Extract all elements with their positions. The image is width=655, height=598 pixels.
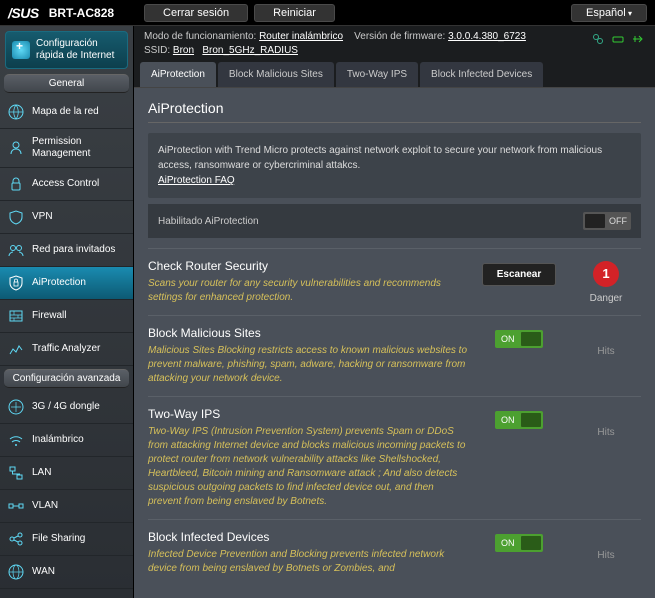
sidebar-item-label: 3G / 4G dongle — [32, 401, 100, 413]
section-router-security: Check Router Security Scans your router … — [148, 248, 641, 315]
sidebar-item-label: Permission Management — [32, 136, 126, 160]
router-security-desc: Scans your router for any security vulne… — [148, 277, 467, 305]
section-block-infected: Block Infected Devices Infected Device P… — [148, 519, 641, 586]
shield-icon — [7, 274, 25, 292]
dongle-icon — [7, 398, 25, 416]
section-block-malicious: Block Malicious Sites Malicious Sites Bl… — [148, 315, 641, 396]
enable-toggle[interactable]: OFF — [583, 212, 631, 230]
sidebar-item-label: Access Control — [32, 178, 99, 190]
sidebar-item-traffic-analyzer[interactable]: Traffic Analyzer — [0, 333, 133, 366]
status-icon-2[interactable] — [611, 32, 625, 46]
file-sharing-icon — [7, 530, 25, 548]
wireless-icon — [7, 431, 25, 449]
sidebar-item-aiprotection[interactable]: AiProtection — [0, 267, 133, 300]
fw-link[interactable]: 3.0.0.4.380_6723 — [448, 31, 526, 42]
mode-label: Modo de funcionamiento: — [144, 31, 259, 42]
sidebar-item-label: VPN — [32, 211, 53, 223]
sidebar-item-vlan[interactable]: VLAN — [0, 490, 133, 523]
mode-link[interactable]: Router inalámbrico — [259, 31, 343, 42]
lan-icon — [7, 464, 25, 482]
quick-setup-icon — [12, 41, 30, 59]
vpn-icon — [7, 208, 25, 226]
network-map-icon — [7, 103, 25, 121]
sidebar-item-access-control[interactable]: Access Control — [0, 168, 133, 201]
sidebar-item-label: LAN — [32, 467, 51, 479]
ssid1-link[interactable]: Bron — [173, 45, 194, 56]
block-infected-hits[interactable]: Hits — [571, 550, 641, 561]
block-infected-title: Block Infected Devices — [148, 530, 467, 544]
enable-row: Habilitado AiProtection OFF — [148, 204, 641, 238]
wan-icon — [7, 563, 25, 581]
sidebar-item-firewall[interactable]: Firewall — [0, 300, 133, 333]
guest-network-icon — [7, 241, 25, 259]
permission-icon — [7, 139, 25, 157]
quick-setup-button[interactable]: Configuración rápida de Internet — [5, 31, 128, 69]
reboot-button[interactable]: Reiniciar — [254, 4, 335, 22]
description-box: AiProtection with Trend Micro protects a… — [148, 133, 641, 198]
sidebar-item-wireless[interactable]: Inalámbrico — [0, 424, 133, 457]
block-malicious-desc: Malicious Sites Blocking restricts acces… — [148, 344, 467, 386]
enable-label: Habilitado AiProtection — [158, 216, 583, 227]
sidebar-item-3g-4g[interactable]: 3G / 4G dongle — [0, 391, 133, 424]
sidebar-item-file-sharing[interactable]: File Sharing — [0, 523, 133, 556]
description-text: AiProtection with Trend Micro protects a… — [158, 143, 631, 173]
block-malicious-toggle[interactable]: ON — [495, 330, 543, 348]
sidebar-item-network-map[interactable]: Mapa de la red — [0, 96, 133, 129]
danger-count: 1 — [593, 261, 619, 287]
main-content: Modo de funcionamiento: Router inalámbri… — [134, 26, 655, 598]
sidebar-section-advanced: Configuración avanzada — [4, 369, 129, 388]
sidebar: Configuración rápida de Internet General… — [0, 26, 134, 598]
sidebar-item-label: AiProtection — [32, 277, 86, 289]
block-infected-toggle[interactable]: ON — [495, 534, 543, 552]
usb-icon[interactable] — [631, 32, 645, 46]
traffic-analyzer-icon — [7, 340, 25, 358]
logout-button[interactable]: Cerrar sesión — [144, 4, 248, 22]
danger-status: Danger — [571, 293, 641, 304]
brand-logo: /SUS — [8, 5, 39, 21]
sidebar-item-label: WAN — [32, 566, 55, 578]
sidebar-item-guest-network[interactable]: Red para invitados — [0, 234, 133, 267]
sidebar-item-label: VLAN — [32, 500, 58, 512]
tab-aiprotection[interactable]: AiProtection — [140, 62, 216, 87]
access-control-icon — [7, 175, 25, 193]
fw-label: Versión de firmware: — [354, 31, 448, 42]
block-malicious-title: Block Malicious Sites — [148, 326, 467, 340]
sidebar-item-label: Red para invitados — [32, 244, 115, 256]
firewall-icon — [7, 307, 25, 325]
two-way-ips-title: Two-Way IPS — [148, 407, 467, 421]
sidebar-item-permission[interactable]: Permission Management — [0, 129, 133, 168]
two-way-ips-toggle[interactable]: ON — [495, 411, 543, 429]
page-title: AiProtection — [148, 100, 641, 123]
top-header: /SUS BRT-AC828 Cerrar sesión Reiniciar E… — [0, 0, 655, 26]
section-two-way-ips: Two-Way IPS Two-Way IPS (Intrusion Preve… — [148, 396, 641, 519]
tab-block-infected[interactable]: Block Infected Devices — [420, 62, 543, 87]
block-infected-desc: Infected Device Prevention and Blocking … — [148, 548, 467, 576]
sidebar-item-label: Firewall — [32, 310, 66, 322]
quick-setup-label: Configuración rápida de Internet — [36, 38, 121, 62]
scan-button[interactable]: Escanear — [482, 263, 556, 286]
model-name: BRT-AC828 — [49, 6, 114, 20]
tab-block-malicious[interactable]: Block Malicious Sites — [218, 62, 334, 87]
language-dropdown[interactable]: Español — [571, 4, 647, 22]
vlan-icon — [7, 497, 25, 515]
sidebar-item-label: Inalámbrico — [32, 434, 84, 446]
status-icon-1[interactable] — [591, 32, 605, 46]
tab-bar: AiProtection Block Malicious Sites Two-W… — [134, 62, 655, 88]
router-security-title: Check Router Security — [148, 259, 467, 273]
info-bar: Modo de funcionamiento: Router inalámbri… — [134, 26, 655, 62]
sidebar-item-label: Traffic Analyzer — [32, 343, 100, 355]
sidebar-item-label: Mapa de la red — [32, 106, 99, 118]
sidebar-item-wan[interactable]: WAN — [0, 556, 133, 589]
block-malicious-hits[interactable]: Hits — [571, 346, 641, 357]
two-way-ips-desc: Two-Way IPS (Intrusion Prevention System… — [148, 425, 467, 509]
faq-link[interactable]: AiProtection FAQ — [158, 175, 235, 186]
two-way-ips-hits[interactable]: Hits — [571, 427, 641, 438]
sidebar-item-lan[interactable]: LAN — [0, 457, 133, 490]
sidebar-item-vpn[interactable]: VPN — [0, 201, 133, 234]
sidebar-item-label: File Sharing — [32, 533, 85, 545]
ssid-label: SSID: — [144, 45, 173, 56]
sidebar-section-general: General — [4, 74, 129, 93]
tab-two-way-ips[interactable]: Two-Way IPS — [336, 62, 418, 87]
ssid2-link[interactable]: Bron_5GHz_RADIUS — [202, 45, 298, 56]
